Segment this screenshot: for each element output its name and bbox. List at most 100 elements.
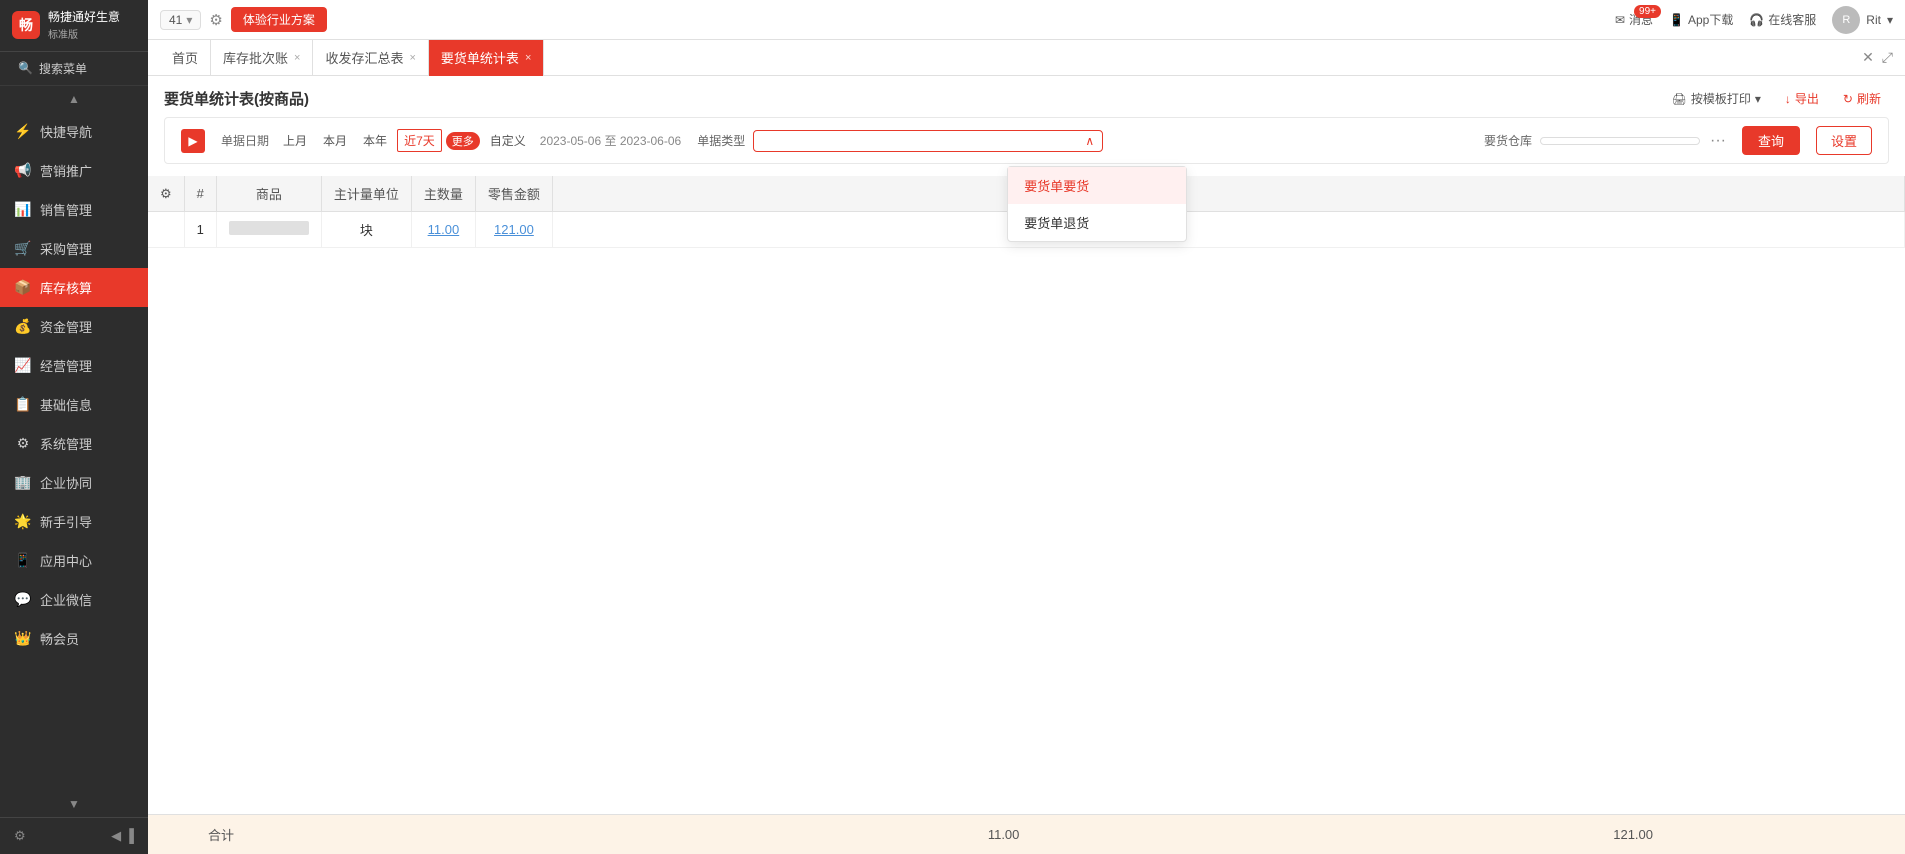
sidebar-item-finance[interactable]: 💰 资金管理	[0, 307, 148, 346]
vip-icon: 👑	[14, 630, 32, 647]
search-icon: 🔍	[18, 61, 33, 75]
tab-receipt-summary-label: 收发存汇总表	[325, 48, 403, 67]
tab-order-stats[interactable]: 要货单统计表 ×	[429, 40, 544, 76]
date-more-btn[interactable]: 更多	[446, 132, 480, 150]
warehouse-input[interactable]	[1540, 137, 1700, 145]
refresh-label: 刷新	[1857, 90, 1881, 107]
cell-settings	[148, 212, 184, 248]
date-btn-this-month[interactable]: 本月	[317, 130, 353, 151]
sidebar-item-enterprise[interactable]: 🏢 企业协同	[0, 463, 148, 502]
sidebar-item-wechat[interactable]: 💬 企业微信	[0, 580, 148, 619]
date-btn-this-year[interactable]: 本年	[357, 130, 393, 151]
tab-home[interactable]: 首页	[160, 40, 211, 76]
filter-expand-btn[interactable]: ▶	[181, 129, 205, 153]
sidebar-item-operations[interactable]: 📈 经营管理	[0, 346, 148, 385]
tab-inventory-batch[interactable]: 库存批次账 ×	[211, 40, 313, 76]
filter-row: ▶ 单据日期 上月 本月 本年 近7天 更多 自定义 2023-05-06 至 …	[164, 117, 1889, 164]
logo-name: 畅捷通好生意	[48, 10, 120, 26]
settings-filter-btn[interactable]: 设置	[1816, 126, 1872, 155]
cell-unit: 块	[321, 212, 411, 248]
service-label: 在线客服	[1768, 11, 1816, 28]
sidebar-item-label: 畅会员	[40, 629, 79, 648]
sidebar-item-inventory[interactable]: 📦 库存核算	[0, 268, 148, 307]
type-input-wrapper[interactable]: ∧	[753, 130, 1103, 152]
dropdown-item-label: 要货单退货	[1024, 216, 1089, 231]
table-settings-col[interactable]: ⚙	[148, 176, 184, 212]
sidebar-scroll-down[interactable]: ▼	[68, 793, 80, 815]
industry-btn[interactable]: 体验行业方案	[231, 7, 327, 32]
topbar-right: ✉ 消息 99+ 📱 App下载 🎧 在线客服 R Rit ▾	[1615, 6, 1893, 34]
sidebar-item-label: 采购管理	[40, 239, 92, 258]
search-menu[interactable]: 🔍 搜索菜单	[0, 52, 148, 86]
sidebar-item-label: 库存核算	[40, 278, 92, 297]
message-icon: ✉	[1615, 13, 1625, 27]
export-btn[interactable]: ↓ 导出	[1777, 86, 1827, 111]
tab-close-inventory-batch[interactable]: ×	[294, 52, 300, 64]
topbar-gear-icon[interactable]: ⚙	[209, 11, 222, 29]
tab-close-receipt-summary[interactable]: ×	[409, 52, 415, 64]
dropdown-item-order-goods[interactable]: 要货单要货	[1008, 167, 1186, 204]
tab-inventory-batch-label: 库存批次账	[223, 48, 288, 67]
date-filter: 单据日期 上月 本月 本年 近7天 更多 自定义 2023-05-06 至 20…	[221, 129, 681, 152]
export-label: 导出	[1795, 90, 1819, 107]
footer-qty: 11.00	[394, 827, 1613, 842]
app-download-btn[interactable]: 📱 App下载	[1669, 11, 1733, 28]
settings-icon[interactable]: ⚙	[14, 828, 26, 844]
collapse-icon[interactable]: ◀ ▐	[111, 828, 134, 844]
user-chevron-icon: ▾	[1887, 13, 1893, 27]
sidebar-item-label: 企业协同	[40, 473, 92, 492]
sidebar-item-basic-info[interactable]: 📋 基础信息	[0, 385, 148, 424]
app-center-icon: 📱	[14, 552, 32, 569]
inventory-icon: 📦	[14, 279, 32, 296]
sidebar-item-app-center[interactable]: 📱 应用中心	[0, 541, 148, 580]
type-input[interactable]	[762, 134, 1085, 148]
date-label: 单据日期	[221, 132, 269, 149]
sidebar-scroll-up[interactable]: ▲	[68, 88, 80, 110]
sidebar-item-system[interactable]: ⚙ 系统管理	[0, 424, 148, 463]
purchase-icon: 🛒	[14, 240, 32, 257]
online-service-btn[interactable]: 🎧 在线客服	[1749, 11, 1816, 28]
cell-qty[interactable]: 11.00	[411, 212, 475, 248]
sidebar-item-label: 快捷导航	[40, 122, 92, 141]
table-footer: 合计 11.00 121.00	[148, 814, 1905, 854]
cell-amount[interactable]: 121.00	[475, 212, 552, 248]
tab-receipt-summary[interactable]: 收发存汇总表 ×	[313, 40, 428, 76]
date-range: 2023-05-06 至 2023-06-06	[540, 132, 681, 149]
sidebar-item-vip[interactable]: 👑 畅会员	[0, 619, 148, 658]
page-title: 要货单统计表(按商品)	[164, 88, 309, 109]
tab-order-stats-label: 要货单统计表	[441, 48, 519, 67]
app-download-icon: 📱	[1669, 13, 1684, 27]
user-info[interactable]: R Rit ▾	[1832, 6, 1893, 34]
type-chevron-up-icon[interactable]: ∧	[1085, 134, 1094, 148]
filter-more-btn[interactable]: ···	[1710, 132, 1726, 150]
store-selector[interactable]: 41 ▾	[160, 10, 201, 30]
sidebar-item-guide[interactable]: 🌟 新手引导	[0, 502, 148, 541]
print-btn[interactable]: 🖨 按模板打印 ▾	[1664, 86, 1769, 111]
tab-close-order-stats[interactable]: ×	[525, 52, 531, 64]
refresh-btn[interactable]: ↻ 刷新	[1835, 86, 1889, 111]
sidebar-item-label: 营销推广	[40, 161, 92, 180]
sidebar-item-label: 系统管理	[40, 434, 92, 453]
sidebar-nav: ⚡ 快捷导航 📢 营销推广 📊 销售管理 🛒 采购管理 📦 库存核算 💰 资金管…	[0, 112, 148, 791]
date-btn-7days[interactable]: 近7天	[397, 129, 442, 152]
page-actions: 🖨 按模板打印 ▾ ↓ 导出 ↻ 刷新	[1664, 86, 1889, 111]
tab-home-label: 首页	[172, 48, 198, 67]
print-label: 按模板打印	[1691, 90, 1751, 107]
date-custom-btn[interactable]: 自定义	[484, 130, 532, 151]
expand-window-icon[interactable]: ⤢	[1882, 49, 1893, 66]
query-btn[interactable]: 查询	[1742, 126, 1800, 155]
footer-label: 合计	[208, 825, 234, 844]
col-no: #	[184, 176, 216, 212]
sidebar-logo: 畅 畅捷通好生意 标准版	[0, 0, 148, 52]
close-window-icon[interactable]: ✕	[1862, 49, 1874, 66]
message-btn[interactable]: ✉ 消息 99+	[1615, 11, 1653, 28]
sidebar-item-marketing[interactable]: 📢 营销推广	[0, 151, 148, 190]
dropdown-item-order-return[interactable]: 要货单退货	[1008, 204, 1186, 241]
sidebar-item-sales[interactable]: 📊 销售管理	[0, 190, 148, 229]
basic-info-icon: 📋	[14, 396, 32, 413]
sidebar-item-purchase[interactable]: 🛒 采购管理	[0, 229, 148, 268]
date-btn-last-month[interactable]: 上月	[277, 130, 313, 151]
sidebar-item-quick-nav[interactable]: ⚡ 快捷导航	[0, 112, 148, 151]
cell-no: 1	[184, 212, 216, 248]
export-icon: ↓	[1785, 92, 1791, 106]
